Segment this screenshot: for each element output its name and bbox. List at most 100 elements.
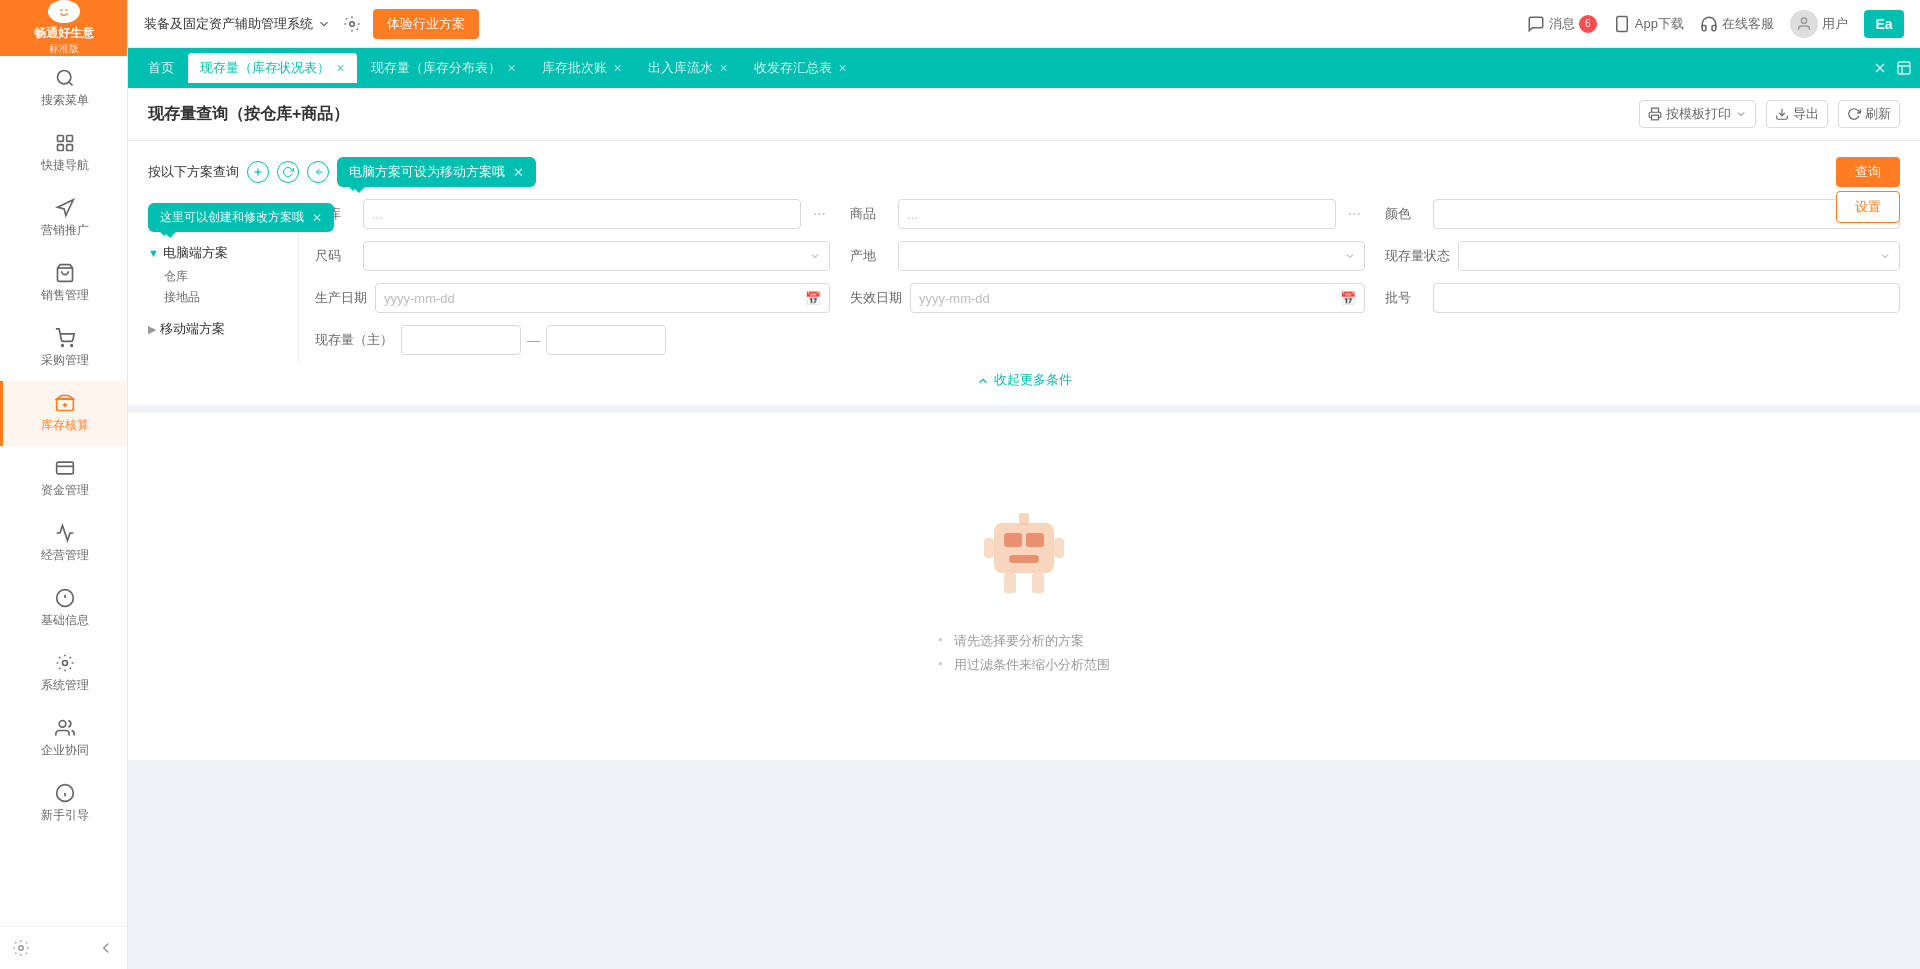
sidebar-label-search: 搜索菜单	[41, 92, 89, 109]
expire-date-placeholder: yyyy-mm-dd	[919, 291, 990, 306]
desktop-scheme-item[interactable]: ▼ 电脑端方案	[148, 240, 298, 266]
settings-icon[interactable]	[12, 939, 30, 957]
prod-date-input[interactable]: yyyy-mm-dd 📅	[375, 283, 830, 313]
tooltip2-close[interactable]: ✕	[312, 211, 322, 225]
message-btn[interactable]: 消息 6	[1527, 15, 1597, 33]
search-btn-group: 查询 设置	[1836, 157, 1900, 223]
sidebar-item-inventory[interactable]: 库存核算	[0, 381, 127, 446]
experience-btn[interactable]: 体验行业方案	[373, 9, 479, 39]
size-select[interactable]	[363, 241, 830, 271]
sidebar-item-baseinfo[interactable]: 基础信息	[0, 576, 127, 641]
mobile-scheme-label: 移动端方案	[160, 320, 225, 338]
tab-batch[interactable]: 库存批次账 ✕	[530, 53, 634, 83]
tab-bar-right	[1872, 60, 1912, 76]
svg-rect-6	[58, 145, 64, 151]
tooltip2-arrow	[164, 232, 176, 238]
settings-gear-icon[interactable]	[343, 15, 361, 33]
expire-date-input[interactable]: yyyy-mm-dd 📅	[910, 283, 1365, 313]
app-download-btn[interactable]: App下载	[1613, 15, 1684, 33]
sidebar-item-purchase[interactable]: 采购管理	[0, 316, 127, 381]
back-scheme-btn[interactable]	[307, 161, 329, 183]
export-label: 导出	[1793, 105, 1819, 123]
tooltip2: 这里可以创建和修改方案哦 ✕	[148, 203, 334, 232]
collapse-bar[interactable]: 收起更多条件	[148, 363, 1900, 397]
tab-inventory-dist[interactable]: 现存量（库存分布表） ✕	[359, 53, 528, 83]
svg-rect-5	[67, 136, 73, 142]
sidebar-item-system[interactable]: 系统管理	[0, 641, 127, 706]
filter-origin: 产地	[850, 241, 1365, 271]
sidebar-label-sales: 销售管理	[41, 287, 89, 304]
mobile-scheme-item[interactable]: ▶ 移动端方案	[148, 316, 298, 342]
tooltip-scheme: 电脑方案可设为移动方案哦 ✕	[337, 157, 536, 187]
chevron-up-icon	[976, 374, 990, 388]
filter-size: 尺码	[315, 241, 830, 271]
sidebar-item-sales[interactable]: 销售管理	[0, 251, 127, 316]
tab-inventory-dist-close[interactable]: ✕	[507, 62, 516, 75]
message-icon	[1527, 15, 1545, 33]
search-btn[interactable]: 查询	[1836, 157, 1900, 187]
user-label: 用户	[1822, 15, 1848, 33]
sidebar-label-team: 企业协同	[41, 742, 89, 759]
svg-rect-37	[1026, 533, 1044, 547]
tab-flow[interactable]: 出入库流水 ✕	[636, 53, 740, 83]
page-title: 现存量查询（按仓库+商品）	[148, 104, 349, 125]
stock-main-from[interactable]	[401, 325, 521, 355]
sidebar-item-team[interactable]: 企业协同	[0, 706, 127, 771]
stock-status-select[interactable]	[1458, 241, 1900, 271]
svg-point-20	[59, 721, 66, 728]
refresh-btn[interactable]: 刷新	[1838, 100, 1900, 128]
header-left: 装备及固定资产辅助管理系统 体验行业方案	[144, 9, 479, 39]
batch-input[interactable]	[1433, 283, 1900, 313]
tab-inventory-status-label: 现存量（库存状况表）	[200, 59, 330, 77]
sidebar-item-search[interactable]: 搜索菜单	[0, 56, 127, 121]
tab-inventory-status[interactable]: 现存量（库存状况表） ✕	[188, 53, 357, 83]
system-name-dropdown[interactable]: 装备及固定资产辅助管理系统	[144, 15, 331, 33]
refresh-scheme-btn[interactable]	[277, 161, 299, 183]
filter-prod-date: 生产日期 yyyy-mm-dd 📅	[315, 283, 830, 313]
add-scheme-btn[interactable]	[247, 161, 269, 183]
empty-tip-2: 用过滤条件来缩小分析范围	[938, 656, 1110, 674]
tab-summary[interactable]: 收发存汇总表 ✕	[742, 53, 859, 83]
sidebar: 畅通好生意 标准版 搜索菜单 快捷导航 营销推广 销售管理 采购管理	[0, 0, 128, 969]
goods-input[interactable]: ...	[898, 199, 1336, 229]
close-all-tabs-icon[interactable]	[1872, 60, 1888, 76]
prod-date-placeholder: yyyy-mm-dd	[384, 291, 455, 306]
warehouse-input[interactable]: ...	[363, 199, 801, 229]
online-support-btn[interactable]: 在线客服	[1700, 15, 1774, 33]
page-title-bar: 现存量查询（按仓库+商品） 按模板打印 导出 刷新	[148, 100, 1900, 128]
export-btn[interactable]: 导出	[1766, 100, 1828, 128]
stock-main-to[interactable]	[546, 325, 666, 355]
maximize-icon[interactable]	[1896, 60, 1912, 76]
tab-flow-close[interactable]: ✕	[719, 62, 728, 75]
tab-summary-close[interactable]: ✕	[838, 62, 847, 75]
svg-rect-35	[994, 523, 1054, 573]
sidebar-item-business[interactable]: 经营管理	[0, 511, 127, 576]
svg-rect-36	[1004, 533, 1022, 547]
svg-point-23	[350, 21, 355, 26]
tab-inventory-status-close[interactable]: ✕	[336, 62, 345, 75]
expire-date-label: 失效日期	[850, 289, 902, 307]
sidebar-item-marketing[interactable]: 营销推广	[0, 186, 127, 251]
empty-illustration	[964, 493, 1084, 616]
user-avatar-btn[interactable]: 用户	[1790, 10, 1848, 38]
tooltip1-close[interactable]: ✕	[513, 165, 524, 180]
tab-batch-close[interactable]: ✕	[613, 62, 622, 75]
goods-more[interactable]: ···	[1344, 205, 1365, 223]
expire-date-calendar-icon: 📅	[1340, 291, 1356, 306]
tab-home[interactable]: 首页	[136, 55, 186, 81]
svg-point-26	[1801, 18, 1806, 23]
sidebar-label-baseinfo: 基础信息	[41, 612, 89, 629]
collapse-sidebar-icon[interactable]	[97, 939, 115, 957]
print-btn[interactable]: 按模板打印	[1639, 100, 1756, 128]
sidebar-item-guide[interactable]: 新手引导	[0, 771, 127, 836]
message-badge: 6	[1579, 15, 1597, 33]
stock-main-sep: —	[527, 333, 540, 348]
sidebar-item-quicknav[interactable]: 快捷导航	[0, 121, 127, 186]
color-select[interactable]	[1433, 199, 1900, 229]
color-label: 颜色	[1385, 205, 1425, 223]
sidebar-item-finance[interactable]: 资金管理	[0, 446, 127, 511]
main-content: 装备及固定资产辅助管理系统 体验行业方案 消息 6 App下载 在线客服	[128, 0, 1920, 969]
warehouse-more[interactable]: ···	[809, 205, 830, 223]
reset-btn[interactable]: 设置	[1836, 191, 1900, 223]
origin-select[interactable]	[898, 241, 1365, 271]
